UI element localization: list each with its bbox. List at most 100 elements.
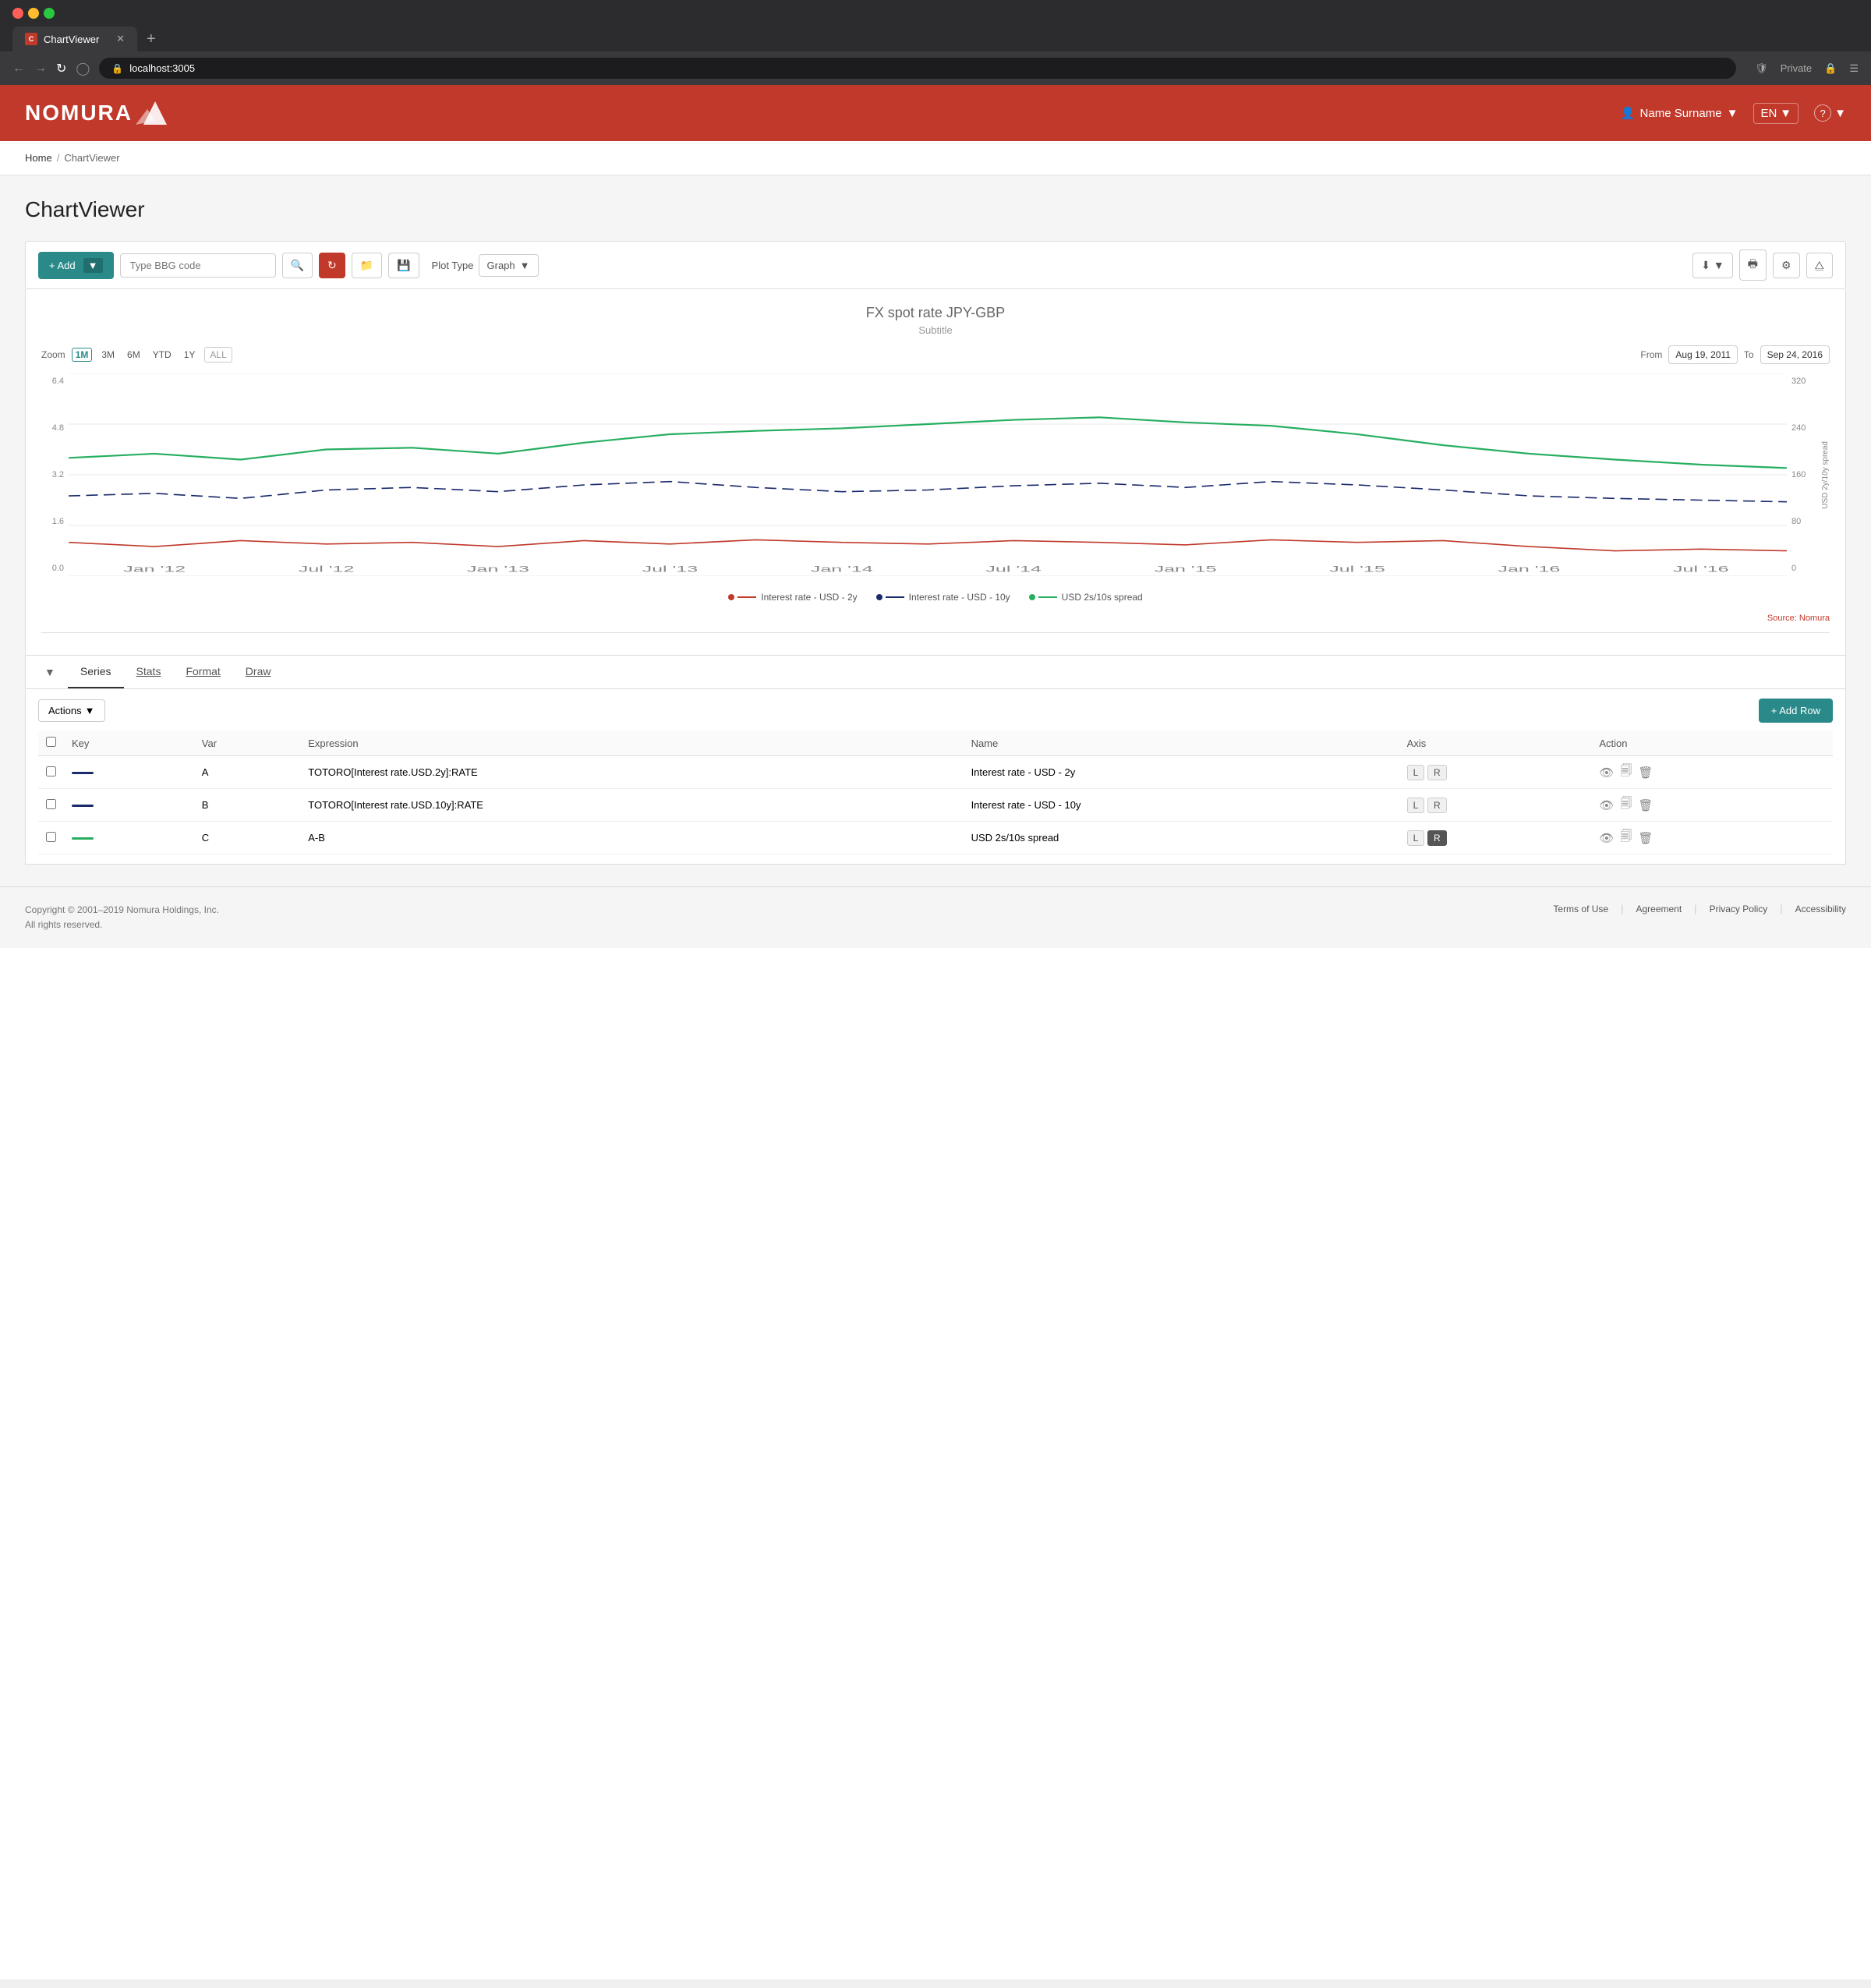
copy-icon[interactable]: 🗐	[1620, 762, 1632, 782]
bookmark-button[interactable]: ◯	[76, 61, 90, 76]
chart-toolbar: + Add ▼ 🔍 ↻ 📁 💾 Plot Type Graph ▼ ⬇ ▼	[25, 241, 1846, 289]
chart-svg: Jan '12 Jul '12 Jan '13 Jul '13 Jan '14 …	[69, 373, 1787, 576]
zoom-6m[interactable]: 6M	[124, 348, 143, 362]
forward-button[interactable]: →	[34, 62, 47, 76]
search-button[interactable]: 🔍	[282, 253, 313, 278]
row-name: USD 2s/10s spread	[971, 832, 1059, 844]
y-axis-right-label: USD 2y/10y spread	[1821, 441, 1830, 509]
to-date[interactable]: Sep 24, 2016	[1760, 345, 1830, 364]
zoom-3m[interactable]: 3M	[98, 348, 118, 362]
select-all-checkbox[interactable]	[46, 737, 56, 747]
tab-format[interactable]: Format	[173, 656, 232, 688]
reload-button[interactable]: ↻	[56, 61, 66, 76]
plot-type-chevron-icon: ▼	[520, 260, 530, 271]
active-tab[interactable]: C ChartViewer ✕	[12, 27, 137, 51]
zoom-1m[interactable]: 1M	[72, 348, 93, 362]
back-button[interactable]: ←	[12, 62, 25, 76]
delete-icon[interactable]: 🗑	[1638, 831, 1653, 845]
row-action-cell: 👁 🗐 🗑	[1591, 756, 1833, 789]
footer-sep-3: |	[1780, 903, 1782, 914]
print-button[interactable]: 🖶	[1739, 249, 1767, 281]
row-checkbox[interactable]	[46, 766, 56, 776]
breadcrumb-home[interactable]: Home	[25, 152, 52, 164]
menu-icon[interactable]: ☰	[1849, 62, 1859, 75]
axis-l-button[interactable]: L	[1407, 798, 1425, 813]
minimize-button[interactable]	[28, 8, 39, 19]
footer-sep-1: |	[1621, 903, 1623, 914]
axis-r-button[interactable]: R	[1427, 830, 1447, 846]
axis-l-button[interactable]: L	[1407, 765, 1425, 780]
action-icons: 👁 🗐 🗑	[1599, 795, 1825, 815]
date-range: From Aug 19, 2011 To Sep 24, 2016	[1640, 345, 1830, 364]
reset-button[interactable]: ↻	[319, 253, 345, 278]
row-checkbox[interactable]	[46, 799, 56, 809]
chart-source: Source: Nomura	[41, 610, 1830, 626]
svg-text:Jan '16: Jan '16	[1498, 565, 1560, 575]
language-selector[interactable]: EN ▼	[1753, 103, 1798, 124]
zoom-all[interactable]: ALL	[204, 347, 232, 363]
bbg-input[interactable]	[120, 253, 276, 278]
lang-label: EN	[1760, 107, 1777, 120]
app-footer: Copyright © 2001–2019 Nomura Holdings, I…	[0, 886, 1871, 948]
delete-icon[interactable]: 🗑	[1638, 798, 1653, 812]
copy-icon[interactable]: 🗐	[1620, 795, 1632, 815]
user-menu[interactable]: 👤 Name Surname ▼	[1621, 106, 1738, 120]
folder-button[interactable]: 📁	[352, 253, 382, 278]
close-button[interactable]	[12, 8, 23, 19]
eye-icon[interactable]: 👁	[1599, 798, 1614, 812]
tab-stats[interactable]: Stats	[124, 656, 174, 688]
svg-text:Jul '12: Jul '12	[299, 565, 355, 575]
fullscreen-button[interactable]: ⧋	[1806, 253, 1834, 278]
maximize-button[interactable]	[44, 8, 55, 19]
help-menu[interactable]: ? ▼	[1814, 104, 1846, 122]
footer-privacy-link[interactable]: Privacy Policy	[1710, 904, 1768, 914]
row-var-cell: B	[194, 789, 300, 822]
zoom-1y[interactable]: 1Y	[181, 348, 199, 362]
actions-button[interactable]: Actions ▼	[38, 699, 105, 722]
axis-r-button[interactable]: R	[1427, 765, 1447, 780]
from-date[interactable]: Aug 19, 2011	[1668, 345, 1738, 364]
axis-l-button[interactable]: L	[1407, 830, 1425, 846]
svg-text:Jul '16: Jul '16	[1673, 565, 1729, 575]
address-bar[interactable]: 🔒 localhost:3005	[99, 58, 1736, 79]
plot-type-label: Plot Type	[432, 260, 474, 271]
copy-icon[interactable]: 🗐	[1620, 828, 1632, 847]
row-checkbox[interactable]	[46, 832, 56, 842]
eye-icon[interactable]: 👁	[1599, 766, 1614, 780]
logo-text: NOMURA	[25, 101, 133, 126]
new-tab-button[interactable]: +	[147, 30, 156, 48]
save-button[interactable]: 💾	[388, 253, 419, 278]
tab-series[interactable]: Series	[68, 656, 124, 688]
zoom-ytd[interactable]: YTD	[150, 348, 175, 362]
user-icon: 👤	[1621, 106, 1636, 120]
footer-accessibility-link[interactable]: Accessibility	[1795, 904, 1846, 914]
footer-agreement-link[interactable]: Agreement	[1636, 904, 1682, 914]
row-var-cell: C	[194, 822, 300, 854]
collapse-button[interactable]: ▼	[38, 656, 62, 688]
axis-r-button[interactable]: R	[1427, 798, 1447, 813]
series-line-preview	[72, 805, 94, 807]
col-checkbox	[38, 730, 64, 756]
eye-icon[interactable]: 👁	[1599, 831, 1614, 845]
footer-sep-2: |	[1694, 903, 1696, 914]
footer-terms-link[interactable]: Terms of Use	[1553, 904, 1608, 914]
download-button[interactable]: ⬇ ▼	[1692, 253, 1732, 278]
lang-chevron-icon: ▼	[1780, 107, 1791, 120]
add-button[interactable]: + Add ▼	[38, 252, 114, 279]
plot-type-select[interactable]: Graph ▼	[479, 254, 539, 277]
row-name: Interest rate - USD - 2y	[971, 766, 1076, 778]
row-key-cell	[64, 756, 194, 789]
footer-links: Terms of Use | Agreement | Privacy Polic…	[1553, 903, 1846, 914]
add-row-button[interactable]: + Add Row	[1759, 699, 1833, 723]
tab-close-icon[interactable]: ✕	[116, 33, 125, 45]
help-icon: ?	[1814, 104, 1831, 122]
legend-item-0: Interest rate - USD - 2y	[728, 592, 857, 603]
help-chevron-icon: ▼	[1834, 107, 1846, 120]
add-label: + Add	[49, 260, 76, 271]
svg-text:Jul '13: Jul '13	[642, 565, 699, 575]
source-label: Source:	[1767, 614, 1797, 623]
delete-icon[interactable]: 🗑	[1638, 766, 1653, 780]
settings-button[interactable]: ⚙	[1773, 253, 1800, 278]
tab-draw[interactable]: Draw	[233, 656, 284, 688]
legend-item-2: USD 2s/10s spread	[1029, 592, 1143, 603]
